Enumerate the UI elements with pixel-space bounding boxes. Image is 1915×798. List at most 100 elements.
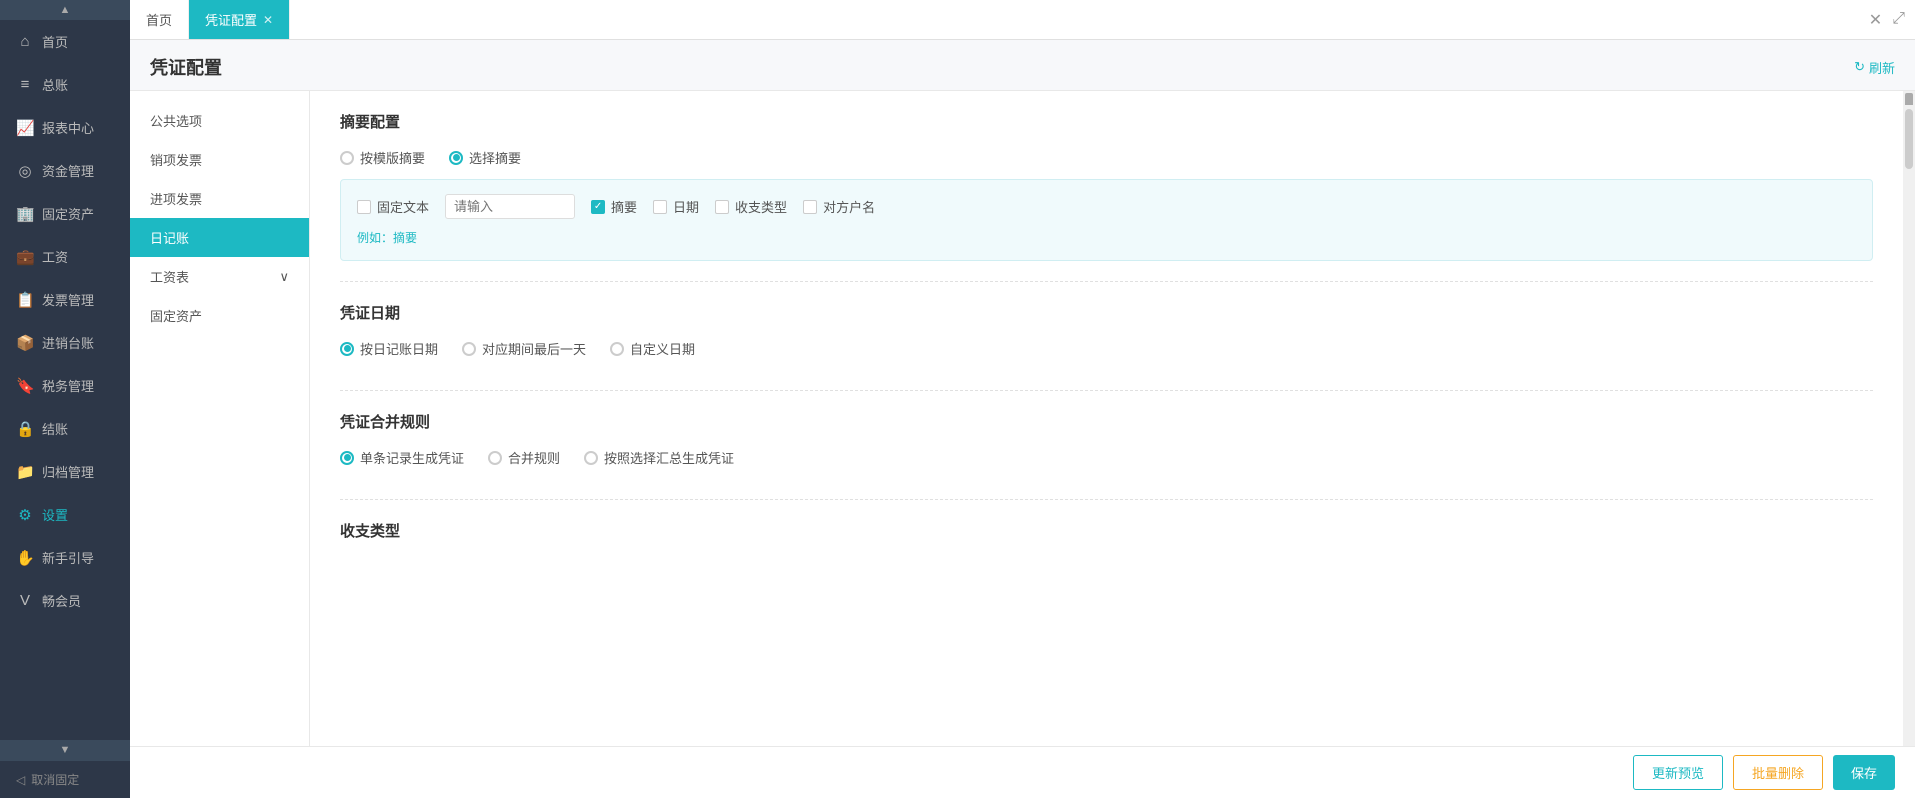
- window-close-btn[interactable]: ✕: [1869, 10, 1882, 30]
- sidebar-item-purchase[interactable]: 📦 进销台账: [0, 321, 130, 364]
- sidebar-item-label: 新手引导: [42, 548, 94, 567]
- abstract-checkbox-row: 固定文本 ✓ 摘要 日期 收支类型: [357, 194, 1856, 219]
- sidebar-item-label: 报表中心: [42, 118, 94, 137]
- sidebar: ▲ ⌂ 首页 ≡ 总账 📈 报表中心 ◎ 资金管理 🏢 固定资产 💼 工资 📋 …: [0, 0, 130, 798]
- sidebar-scroll-up[interactable]: ▲: [0, 0, 130, 20]
- settings-icon: ⚙: [16, 506, 34, 524]
- sidebar-item-ledger[interactable]: ≡ 总账: [0, 63, 130, 106]
- sidebar-item-home[interactable]: ⌂ 首页: [0, 20, 130, 63]
- page-header: 凭证配置 ↻ 刷新: [130, 40, 1915, 91]
- unpin-label: 取消固定: [31, 771, 79, 788]
- checkbox-abstract-label: 摘要: [611, 197, 637, 216]
- batch-delete-button[interactable]: 批量删除: [1733, 755, 1823, 790]
- sidebar-item-assets[interactable]: 🏢 固定资产: [0, 192, 130, 235]
- sidebar-scroll-down[interactable]: ▼: [0, 740, 130, 760]
- checkbox-counterparty-label: 对方户名: [823, 197, 875, 216]
- tab-voucher-label: 凭证配置: [205, 10, 257, 29]
- assets-icon: 🏢: [16, 205, 34, 223]
- sidebar-item-label: 发票管理: [42, 290, 94, 309]
- salary-icon: 💼: [16, 248, 34, 266]
- checkbox-date[interactable]: 日期: [653, 197, 699, 216]
- sidebar-item-label: 归档管理: [42, 462, 94, 481]
- refresh-button[interactable]: ↻ 刷新: [1854, 58, 1895, 77]
- abstract-example: 例如：摘要: [357, 229, 1856, 246]
- sidebar-item-tax[interactable]: 🔖 税务管理: [0, 364, 130, 407]
- home-icon: ⌂: [16, 33, 34, 50]
- ledger-icon: ≡: [16, 76, 34, 93]
- radio-journal-date-label: 按日记账日期: [360, 339, 438, 358]
- radio-summary[interactable]: 按照选择汇总生成凭证: [584, 448, 734, 467]
- tab-home[interactable]: 首页: [130, 0, 189, 39]
- refresh-icon: ↻: [1854, 59, 1865, 75]
- radio-summary-label: 按照选择汇总生成凭证: [604, 448, 734, 467]
- tab-voucher-close[interactable]: ✕: [263, 13, 273, 27]
- scrollbar-up[interactable]: [1905, 93, 1913, 105]
- radio-custom-date-circle: [610, 342, 624, 356]
- checkbox-counterparty[interactable]: 对方户名: [803, 197, 875, 216]
- scrollbar-thumb[interactable]: [1905, 109, 1913, 169]
- save-button[interactable]: 保存: [1833, 755, 1895, 790]
- checkbox-abstract[interactable]: ✓ 摘要: [591, 197, 637, 216]
- radio-merge-rule-circle: [488, 451, 502, 465]
- left-nav-payroll-label: 工资表: [150, 267, 189, 286]
- radio-template-abstract[interactable]: 按模版摘要: [340, 148, 425, 167]
- right-scrollbar[interactable]: [1903, 91, 1915, 746]
- income-type-section: 收支类型: [340, 520, 1873, 617]
- tab-home-label: 首页: [146, 10, 172, 29]
- left-nav-purchase-inv[interactable]: 进项发票: [130, 179, 309, 218]
- abstract-mode-group: 按模版摘要 选择摘要: [340, 148, 1873, 167]
- sidebar-item-label: 设置: [42, 505, 68, 524]
- radio-period-last-label: 对应期间最后一天: [482, 339, 586, 358]
- radio-period-last[interactable]: 对应期间最后一天: [462, 339, 586, 358]
- checkbox-income-type[interactable]: 收支类型: [715, 197, 787, 216]
- merge-options-group: 单条记录生成凭证 合并规则 按照选择汇总生成凭证: [340, 448, 1873, 467]
- left-nav-public-label: 公共选项: [150, 111, 202, 130]
- tab-voucher[interactable]: 凭证配置 ✕: [189, 0, 290, 39]
- radio-template-label: 按模版摘要: [360, 148, 425, 167]
- left-nav-journal-label: 日记账: [150, 228, 189, 247]
- checkbox-abstract-box: ✓: [591, 200, 605, 214]
- sidebar-item-archive[interactable]: 📁 归档管理: [0, 450, 130, 493]
- unpin-icon: ◁: [16, 773, 25, 787]
- sidebar-item-funds[interactable]: ◎ 资金管理: [0, 149, 130, 192]
- update-preview-button[interactable]: 更新预览: [1633, 755, 1723, 790]
- tab-bar: 首页 凭证配置 ✕ ✕ ⤢: [130, 0, 1915, 40]
- radio-custom-date[interactable]: 自定义日期: [610, 339, 695, 358]
- sidebar-item-reports[interactable]: 📈 报表中心: [0, 106, 130, 149]
- radio-journal-date[interactable]: 按日记账日期: [340, 339, 438, 358]
- left-nav-sales[interactable]: 销项发票: [130, 140, 309, 179]
- vip-icon: V: [16, 592, 34, 609]
- chevron-down-icon: ∨: [279, 269, 289, 285]
- radio-select-abstract[interactable]: 选择摘要: [449, 148, 521, 167]
- fixed-text-input[interactable]: [445, 194, 575, 219]
- radio-single[interactable]: 单条记录生成凭证: [340, 448, 464, 467]
- refresh-label: 刷新: [1869, 58, 1895, 77]
- checkbox-fixed-text[interactable]: 固定文本: [357, 197, 429, 216]
- radio-period-last-circle: [462, 342, 476, 356]
- main-area: 首页 凭证配置 ✕ ✕ ⤢ 凭证配置 ↻ 刷新 公共选项 销项发票 进: [130, 0, 1915, 798]
- sidebar-item-vip[interactable]: V 畅会员: [0, 579, 130, 622]
- sidebar-item-close[interactable]: 🔒 结账: [0, 407, 130, 450]
- radio-merge-rule[interactable]: 合并规则: [488, 448, 560, 467]
- page-title: 凭证配置: [150, 54, 222, 80]
- left-nav-public[interactable]: 公共选项: [130, 101, 309, 140]
- left-nav-fixed-assets-label: 固定资产: [150, 306, 202, 325]
- sidebar-item-invoice[interactable]: 📋 发票管理: [0, 278, 130, 321]
- window-maximize-btn[interactable]: ⤢: [1892, 10, 1905, 30]
- checkbox-date-label: 日期: [673, 197, 699, 216]
- sidebar-item-salary[interactable]: 💼 工资: [0, 235, 130, 278]
- radio-select-label: 选择摘要: [469, 148, 521, 167]
- date-section: 凭证日期 按日记账日期 对应期间最后一天 自定义日期: [340, 302, 1873, 391]
- abstract-config-box: 固定文本 ✓ 摘要 日期 收支类型: [340, 179, 1873, 261]
- sidebar-item-settings[interactable]: ⚙ 设置: [0, 493, 130, 536]
- left-nav-fixed-assets[interactable]: 固定资产: [130, 296, 309, 335]
- sidebar-unpin[interactable]: ◁ 取消固定: [0, 760, 130, 798]
- left-nav-journal[interactable]: 日记账: [130, 218, 309, 257]
- bottom-bar: 更新预览 批量删除 保存: [130, 746, 1915, 798]
- left-nav-payroll[interactable]: 工资表 ∨: [130, 257, 309, 296]
- sidebar-item-label: 进销台账: [42, 333, 94, 352]
- sidebar-item-guide[interactable]: ✋ 新手引导: [0, 536, 130, 579]
- merge-title: 凭证合并规则: [340, 411, 1873, 432]
- radio-select-circle: [449, 151, 463, 165]
- radio-single-label: 单条记录生成凭证: [360, 448, 464, 467]
